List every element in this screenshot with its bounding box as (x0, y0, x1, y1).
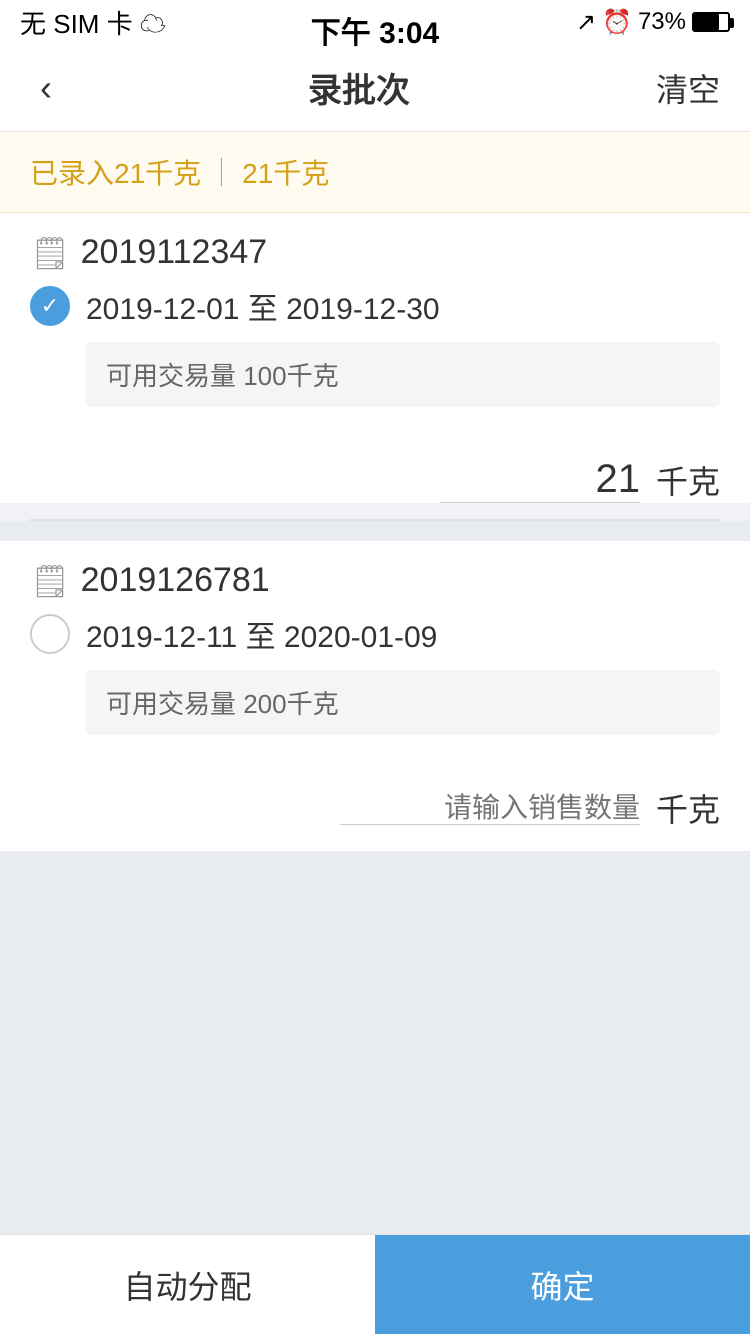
auto-distribute-button[interactable]: 自动分配 (0, 1235, 375, 1334)
status-left: 无 SIM 卡 ☁ (20, 4, 166, 41)
status-bar: 无 SIM 卡 ☁ 下午 3:04 ↗ ⏰ 73% (0, 0, 750, 44)
info-divider (221, 158, 222, 186)
quantity-input-2[interactable] (340, 792, 640, 825)
battery-text: 73% (638, 8, 686, 36)
batch-date-row-1: ✓ 2019-12-01 至 2019-12-30 (30, 284, 720, 328)
batch-id-2: 2019126781 (81, 561, 270, 600)
status-time: 下午 3:04 (311, 8, 439, 52)
quantity-row-1: 千克 (0, 437, 750, 503)
no-sim-text: 无 SIM 卡 ☁ (20, 4, 166, 41)
batch-item-2: 🗒 2019126781 2019-12-11 至 2020-01-09 可用交… (0, 541, 750, 765)
batch-header-2: 🗒 2019126781 (30, 561, 720, 600)
batch-item-1: 🗒 2019112347 ✓ 2019-12-01 至 2019-12-30 可… (0, 213, 750, 437)
radio-btn-2[interactable] (30, 614, 70, 654)
batch-header-1: 🗒 2019112347 (30, 233, 720, 272)
location-icon: ↗ (576, 8, 596, 37)
radio-btn-1[interactable]: ✓ (30, 286, 70, 326)
bottom-bar: 自动分配 确定 (0, 1234, 750, 1334)
batch-doc-icon-1: 🗒 (30, 234, 71, 272)
check-icon-1: ✓ (41, 293, 59, 319)
info-bar: 已录入21千克 21千克 (0, 132, 750, 213)
recorded-label: 已录入21千克 (30, 152, 201, 192)
section-divider (0, 521, 750, 541)
battery-icon (692, 12, 730, 32)
quantity-unit-1: 千克 (656, 457, 720, 503)
quantity-input-1[interactable] (440, 457, 640, 503)
nav-bar: ‹ 录批次 清空 (0, 44, 750, 132)
clear-button[interactable]: 清空 (656, 65, 720, 111)
input-row-2: 千克 (0, 765, 750, 851)
batch-doc-icon-2: 🗒 (30, 562, 71, 600)
status-right: ↗ ⏰ 73% (576, 8, 730, 37)
batch-available-2: 可用交易量 200千克 (86, 670, 720, 735)
back-button[interactable]: ‹ (30, 57, 62, 119)
alarm-icon: ⏰ (602, 8, 632, 37)
batch-date-row-2: 2019-12-11 至 2020-01-09 (30, 612, 720, 656)
recorded-value: 21千克 (242, 152, 329, 192)
page-title: 录批次 (308, 63, 410, 112)
batch-id-1: 2019112347 (81, 233, 268, 272)
batch-date-1: 2019-12-01 至 2019-12-30 (86, 284, 440, 328)
quantity-unit-2: 千克 (656, 785, 720, 831)
batch-date-2: 2019-12-11 至 2020-01-09 (86, 612, 437, 656)
gray-area (0, 851, 750, 1251)
batch-available-1: 可用交易量 100千克 (86, 342, 720, 407)
confirm-button[interactable]: 确定 (375, 1235, 750, 1334)
